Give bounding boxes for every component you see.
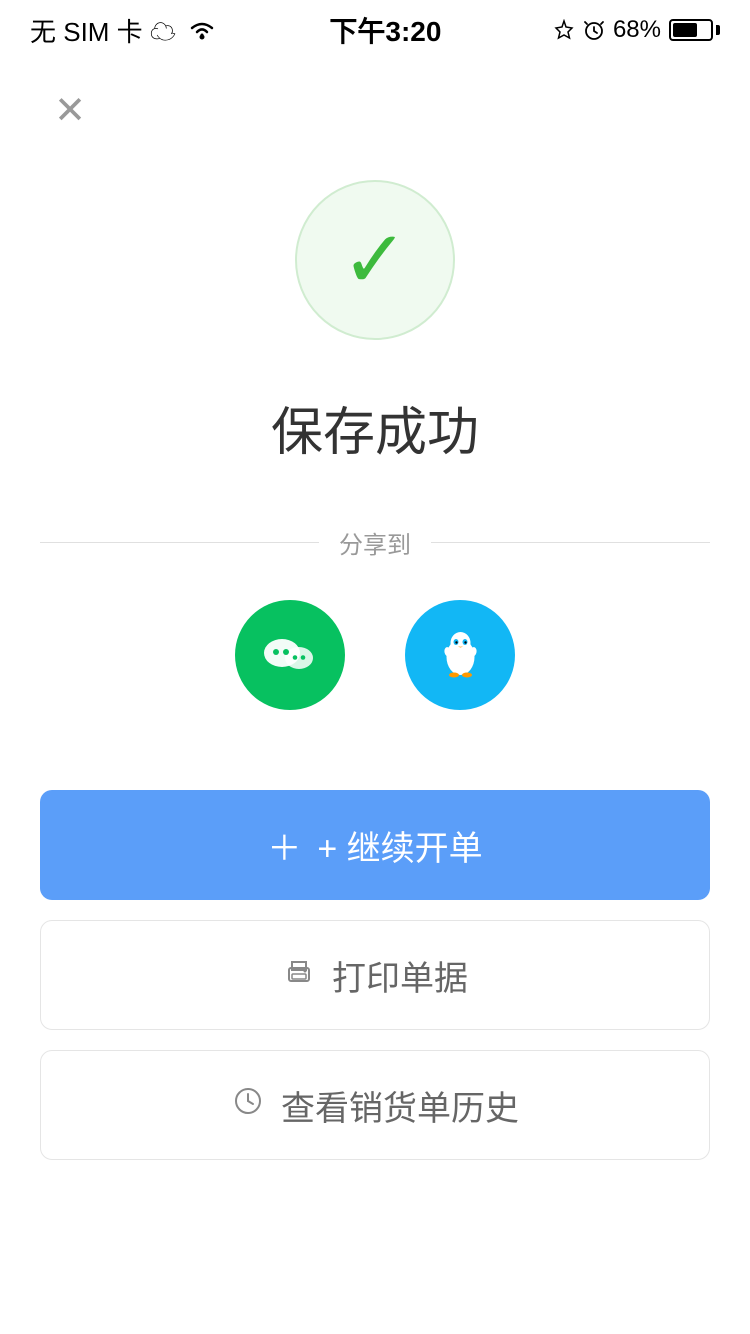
no-sim-text: 无 SIM 卡 ☁ [30, 12, 176, 49]
qq-icon [428, 623, 493, 688]
history-label: 查看销货单历史 [281, 1081, 519, 1130]
page-content: ✕ ✓ 保存成功 分享到 [0, 60, 750, 1334]
location-icon [553, 19, 575, 41]
plus-icon: ＋ [267, 821, 301, 870]
wechat-share-button[interactable] [235, 600, 345, 710]
continue-button[interactable]: ＋ + 继续开单 [40, 790, 710, 900]
clock-icon [231, 1084, 265, 1127]
success-icon-circle: ✓ [295, 180, 455, 340]
print-label: 打印单据 [332, 951, 468, 1000]
continue-label: + 继续开单 [317, 821, 482, 870]
status-time: 下午3:20 [329, 10, 441, 50]
action-buttons: ＋ + 继续开单 打印单据 查看销货单历 [40, 790, 710, 1160]
checkmark-icon: ✓ [341, 220, 408, 300]
divider-left [40, 542, 319, 543]
battery-percent: 68% [613, 16, 661, 44]
close-button[interactable]: ✕ [40, 80, 100, 140]
success-title: 保存成功 [271, 390, 479, 465]
close-icon: ✕ [54, 88, 86, 133]
share-icons-row [235, 600, 515, 710]
alarm-icon [583, 19, 605, 41]
printer-icon [282, 954, 316, 997]
share-label: 分享到 [339, 525, 411, 560]
wifi-icon [186, 18, 218, 42]
status-left: 无 SIM 卡 ☁ [30, 12, 218, 49]
qq-share-button[interactable] [405, 600, 515, 710]
status-bar: 无 SIM 卡 ☁ 下午3:20 68% [0, 0, 750, 60]
history-button[interactable]: 查看销货单历史 [40, 1050, 710, 1160]
status-right: 68% [553, 16, 720, 44]
divider-right [431, 542, 710, 543]
battery-indicator [669, 19, 720, 41]
print-button[interactable]: 打印单据 [40, 920, 710, 1030]
wechat-icon [258, 623, 323, 688]
share-section: 分享到 [40, 525, 710, 560]
